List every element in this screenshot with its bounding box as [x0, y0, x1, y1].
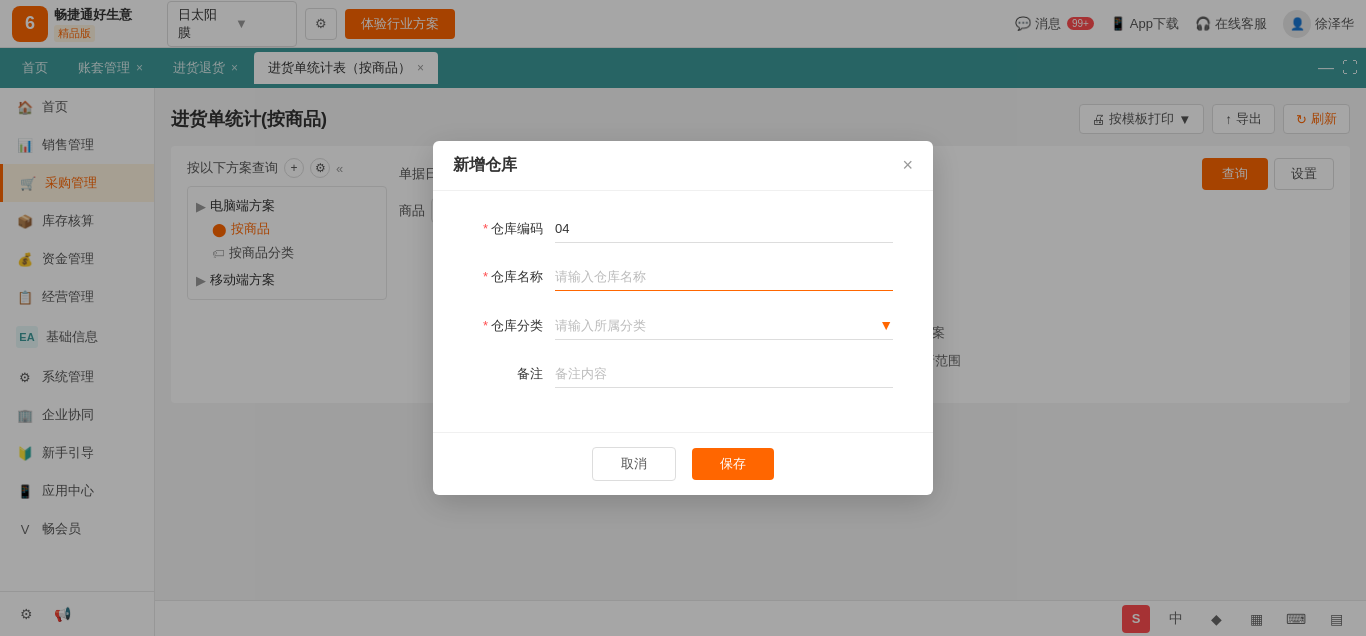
code-label: 仓库编码: [473, 220, 543, 238]
cancel-button[interactable]: 取消: [592, 447, 676, 481]
code-input[interactable]: [555, 215, 893, 243]
form-row-name: 仓库名称: [473, 263, 893, 291]
new-warehouse-modal: 新增仓库 × 仓库编码 仓库名称 仓库分类 ▼: [433, 141, 933, 495]
modal-footer: 取消 保存: [433, 432, 933, 495]
form-row-remark: 备注: [473, 360, 893, 388]
form-row-code: 仓库编码: [473, 215, 893, 243]
modal-header: 新增仓库 ×: [433, 141, 933, 191]
name-label: 仓库名称: [473, 268, 543, 286]
category-dropdown-arrow[interactable]: ▼: [879, 317, 893, 333]
category-input[interactable]: [555, 318, 879, 333]
form-row-category: 仓库分类 ▼: [473, 311, 893, 340]
remark-label: 备注: [473, 365, 543, 383]
save-button[interactable]: 保存: [692, 448, 774, 480]
modal-overlay[interactable]: 新增仓库 × 仓库编码 仓库名称 仓库分类 ▼: [0, 0, 1366, 636]
category-label: 仓库分类: [473, 317, 543, 335]
modal-close-button[interactable]: ×: [902, 155, 913, 176]
category-select-row: ▼: [555, 311, 893, 340]
name-input[interactable]: [555, 263, 893, 291]
remark-input[interactable]: [555, 360, 893, 388]
modal-title: 新增仓库: [453, 155, 517, 176]
modal-body: 仓库编码 仓库名称 仓库分类 ▼ 备注: [433, 191, 933, 432]
